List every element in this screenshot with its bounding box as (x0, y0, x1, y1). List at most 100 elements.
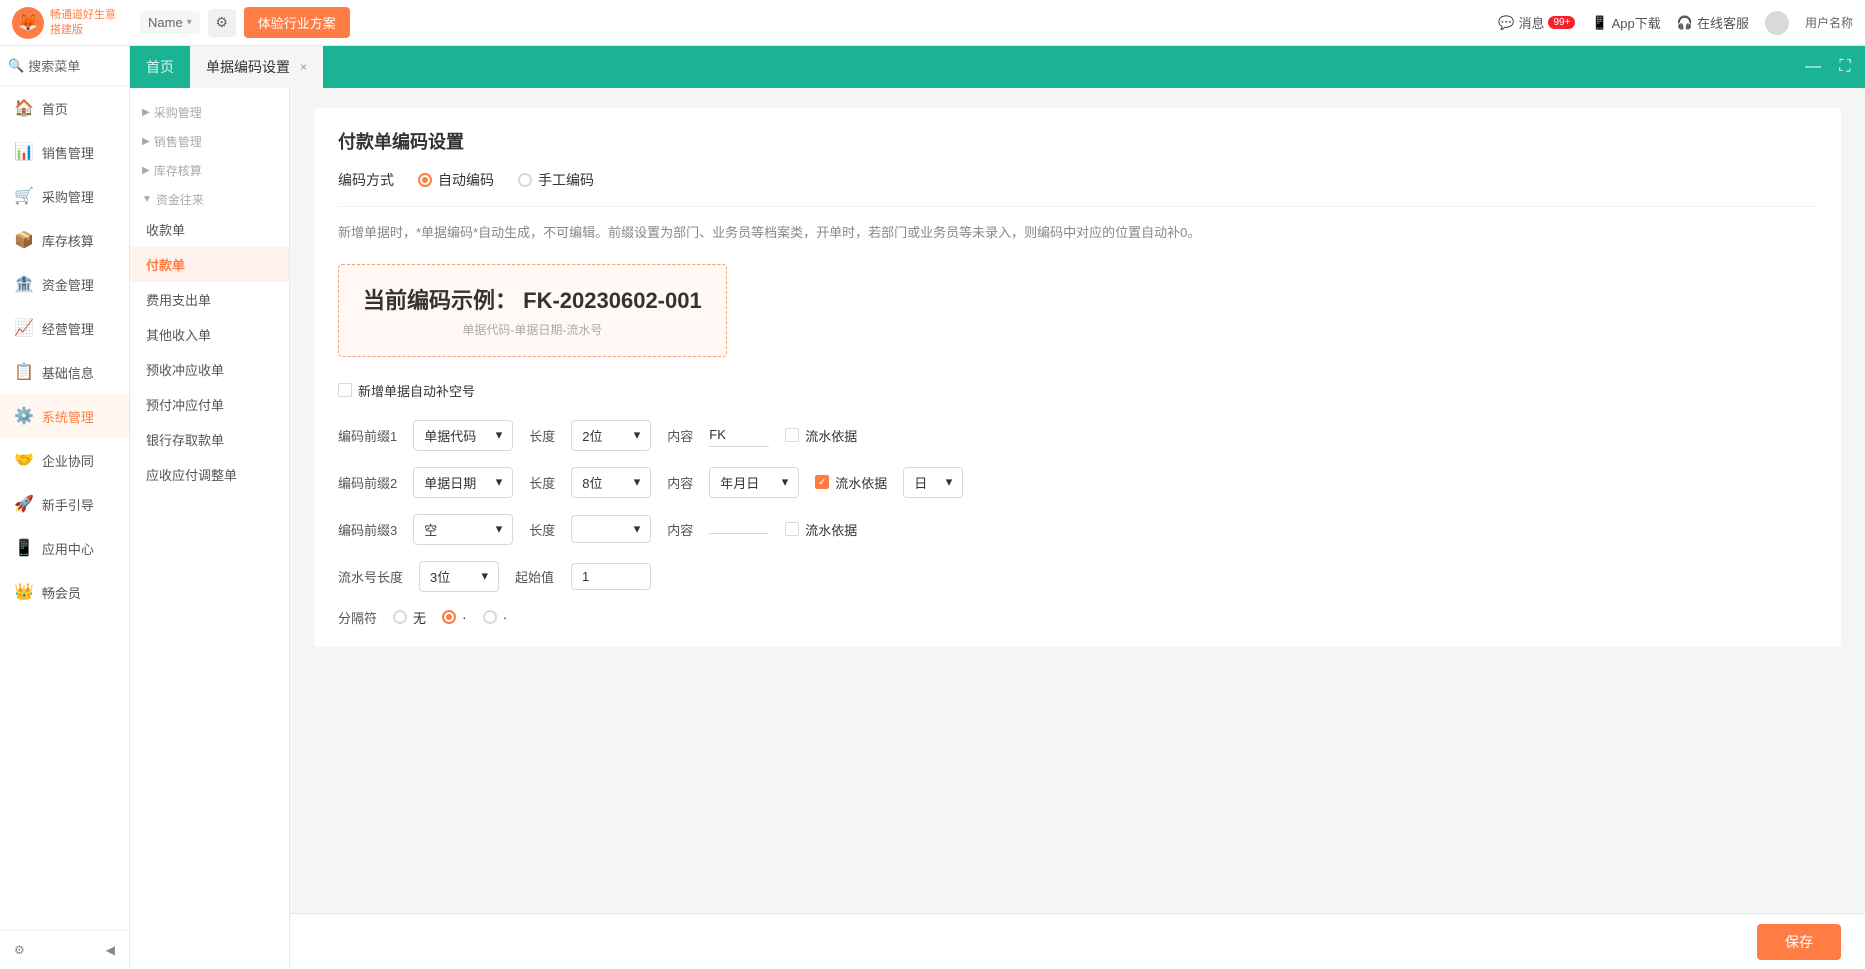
headset-icon: 🎧 (1677, 15, 1693, 31)
preview-box: 当前编码示例： FK-20230602-001 单据代码-单据日期-流水号 (338, 264, 727, 357)
sub-menu-item-label: 其他收入单 (146, 325, 211, 344)
sub-sidebar: ▶ 采购管理 ▶ 销售管理 ▶ 库存核算 ▼ 资金往来 收款单 (130, 88, 290, 969)
encoding-method-row: 编码方式 自动编码 手工编码 (338, 170, 1817, 207)
sub-menu-group-sales[interactable]: ▶ 销售管理 (130, 125, 289, 154)
sidebar-item-label: 经营管理 (42, 319, 94, 338)
sub-menu-item-expense[interactable]: 费用支出单 (130, 282, 289, 317)
manual-code-radio[interactable]: 手工编码 (518, 170, 594, 190)
sidebar-item-member[interactable]: 👑 畅会员 (0, 570, 129, 614)
day-select[interactable]: 日 ▾ (903, 467, 963, 498)
sub-menu-group-label: 销售管理 (154, 133, 202, 150)
sub-menu-item-label: 付款单 (146, 255, 185, 274)
length3-label: 长度 (529, 520, 555, 539)
expand-icon: ▶ (142, 136, 150, 147)
experience-button[interactable]: 体验行业方案 (244, 7, 350, 38)
sidebar-nav: 🏠 首页 📊 销售管理 🛒 采购管理 📦 库存核算 🏦 资金管理 📈 经 (0, 86, 129, 930)
sidebar-item-basic[interactable]: 📋 基础信息 (0, 350, 129, 394)
tab-current[interactable]: 单据编码设置 × (190, 46, 323, 88)
length1-select[interactable]: 2位 ▾ (571, 420, 651, 451)
basic-icon: 📋 (14, 362, 34, 382)
sub-menu-item-payment[interactable]: 付款单 (130, 247, 289, 282)
sidebar-item-enterprise[interactable]: 🤝 企业协同 (0, 438, 129, 482)
preview-desc: 单据代码-单据日期-流水号 (363, 321, 702, 338)
auto-code-radio[interactable]: 自动编码 (418, 170, 494, 190)
content3-label: 内容 (667, 520, 693, 539)
sub-menu-item-other-income[interactable]: 其他收入单 (130, 317, 289, 352)
serial3-checkbox[interactable] (785, 522, 799, 536)
sidebar-item-operation[interactable]: 📈 经营管理 (0, 306, 129, 350)
main-layout: 🔍 搜索菜单 🏠 首页 📊 销售管理 🛒 采购管理 📦 库存核算 🏦 (0, 46, 1865, 969)
tab-current-label: 单据编码设置 (206, 57, 290, 77)
operation-icon: 📈 (14, 318, 34, 338)
prefix3-select[interactable]: 空 ▾ (413, 514, 513, 545)
sub-menu-item-label: 预收冲应收单 (146, 360, 224, 379)
sidebar-search[interactable]: 🔍 搜索菜单 (0, 46, 129, 86)
collapse-icon: ◀ (106, 943, 115, 957)
tab-minimize-btn[interactable]: — (1801, 55, 1825, 79)
content2-select[interactable]: 年月日 ▾ (709, 467, 799, 498)
capital-icon: 🏦 (14, 274, 34, 294)
sidebar-item-apps[interactable]: 📱 应用中心 (0, 526, 129, 570)
sub-menu-group-inventory[interactable]: ▶ 库存核算 (130, 154, 289, 183)
sidebar-settings-btn[interactable]: ⚙ (8, 939, 31, 961)
message-action[interactable]: 💬 消息 99+ (1498, 13, 1575, 32)
settings-icon[interactable]: ⚙ (208, 9, 236, 37)
start-value-input[interactable] (571, 563, 651, 590)
auto-fill-checkbox[interactable] (338, 383, 352, 397)
serial-length-select[interactable]: 3位 ▾ (419, 561, 499, 592)
message-icon: 💬 (1498, 15, 1514, 31)
expand-icon: ▼ (142, 194, 152, 205)
system-icon: ⚙️ (14, 406, 34, 426)
sidebar-item-label: 采购管理 (42, 187, 94, 206)
length2-select[interactable]: 8位 ▾ (571, 467, 651, 498)
company-selector[interactable]: Name ▾ (140, 11, 200, 34)
sep-radio-dot-circle (442, 610, 456, 624)
auto-code-radio-circle (418, 173, 432, 187)
prefix2-label: 编码前缀2 (338, 473, 397, 492)
inventory-icon: 📦 (14, 230, 34, 250)
length3-select[interactable]: ▾ (571, 515, 651, 543)
sub-menu-item-receipt[interactable]: 收款单 (130, 212, 289, 247)
sidebar-item-label: 企业协同 (42, 451, 94, 470)
sep-radio-dash[interactable]: · (483, 609, 508, 625)
online-service-action[interactable]: 🎧 在线客服 (1677, 13, 1749, 32)
content3-value (709, 525, 769, 534)
member-icon: 👑 (14, 582, 34, 602)
sidebar-item-system[interactable]: ⚙️ 系统管理 (0, 394, 129, 438)
sep-radio-none[interactable]: 无 (393, 608, 426, 627)
prefix2-select[interactable]: 单据日期 ▾ (413, 467, 513, 498)
sidebar-item-purchase[interactable]: 🛒 采购管理 (0, 174, 129, 218)
bottom-bar: 保存 (290, 913, 1865, 969)
tab-expand-btn[interactable]: ⛶ (1833, 55, 1857, 79)
sub-menu-group-capital[interactable]: ▼ 资金往来 (130, 183, 289, 212)
content2-label: 内容 (667, 473, 693, 492)
sep-radio-dot[interactable]: · (442, 609, 467, 625)
serial2-checkbox[interactable]: ✓ (815, 475, 829, 489)
app-download-action[interactable]: 📱 App下载 (1591, 13, 1660, 32)
page-title: 付款单编码设置 (338, 128, 1817, 154)
sidebar-item-guide[interactable]: 🚀 新手引导 (0, 482, 129, 526)
sidebar-item-label: 系统管理 (42, 407, 94, 426)
sidebar-item-label: 畅会员 (42, 583, 81, 602)
tab-home[interactable]: 首页 (130, 46, 190, 88)
sub-menu-item-ar-ap-adjust[interactable]: 应收应付调整单 (130, 457, 289, 492)
dropdown-icon: ▾ (496, 427, 503, 443)
content1-label: 内容 (667, 426, 693, 445)
sidebar-item-capital[interactable]: 🏦 资金管理 (0, 262, 129, 306)
sidebar-item-sales[interactable]: 📊 销售管理 (0, 130, 129, 174)
auto-fill-checkbox-row: 新增单据自动补空号 (338, 381, 1817, 400)
save-button[interactable]: 保存 (1757, 924, 1841, 960)
sidebar-item-inventory[interactable]: 📦 库存核算 (0, 218, 129, 262)
serial1-checkbox[interactable] (785, 428, 799, 442)
sub-menu-item-advance-payment[interactable]: 预付冲应付单 (130, 387, 289, 422)
sidebar-collapse-btn[interactable]: ◀ (100, 939, 121, 961)
sub-menu-group-purchase[interactable]: ▶ 采购管理 (130, 96, 289, 125)
sub-menu-item-bank-deposit[interactable]: 银行存取款单 (130, 422, 289, 457)
tab-close-icon[interactable]: × (300, 60, 307, 74)
sep-radio-none-circle (393, 610, 407, 624)
prefix1-select[interactable]: 单据代码 ▾ (413, 420, 513, 451)
sub-menu-item-advance-receivable[interactable]: 预收冲应收单 (130, 352, 289, 387)
page-content: 付款单编码设置 编码方式 自动编码 手工编码 (290, 88, 1865, 913)
sidebar-item-home[interactable]: 🏠 首页 (0, 86, 129, 130)
tab-home-label: 首页 (146, 57, 174, 77)
